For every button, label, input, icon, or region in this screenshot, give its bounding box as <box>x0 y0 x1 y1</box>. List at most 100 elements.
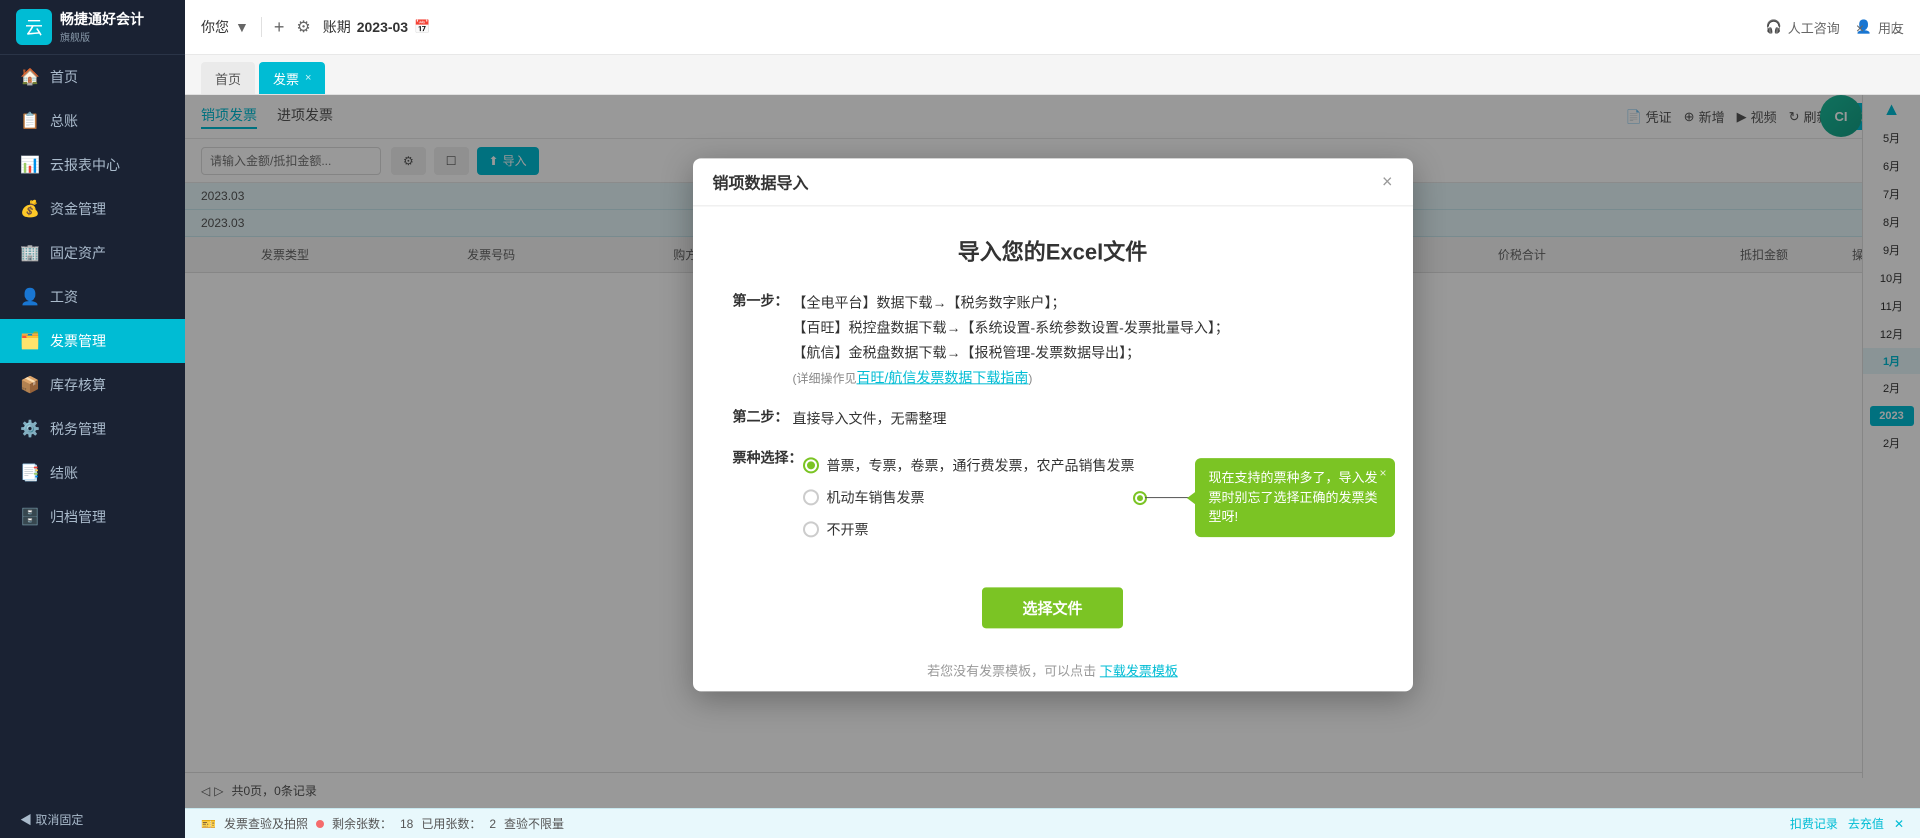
inventory-label: 库存核算 <box>50 375 106 395</box>
tab-label-invoice-tab: 发票 <box>273 69 299 88</box>
radio-motor-btn[interactable] <box>803 490 819 506</box>
bottom-close-btn[interactable]: ✕ <box>1894 817 1904 831</box>
step1-line3: 【航信】金税盘数据下载→【报税管理-发票数据导出】； <box>793 340 1373 365</box>
topbar: 你您 ▼ + ⚙ 账期 2023-03 📅 🎧 人工咨询 👤 用友 <box>185 0 1920 55</box>
radio-noinvoice-label: 不开票 <box>827 520 869 540</box>
funds-label: 资金管理 <box>50 199 106 219</box>
account-arrow-icon: ▼ <box>235 19 249 35</box>
maximize-window-btn[interactable]: □ <box>1882 14 1910 42</box>
inventory-icon: 📦 <box>20 375 40 395</box>
assets-label: 固定资产 <box>50 243 106 263</box>
sidebar: 云 畅捷通好会计 旗舰版 🏠 首页 📋 总账 📊 云报表中心 💰 资金管理 🏢 … <box>0 0 185 838</box>
dialog-header: 销项数据导入 × <box>693 158 1413 206</box>
tooltip-text: 现在支持的票种多了，导入发票时别忘了选择正确的发票类型呀! <box>1209 471 1378 525</box>
radio-noinvoice: 不开票 <box>803 520 1135 540</box>
payroll-icon: 👤 <box>20 287 40 307</box>
ticket-icon[interactable]: 🎫 <box>201 817 216 831</box>
ticket-label: 发票查验及拍照 <box>224 815 308 832</box>
dialog-ticket-select: 票种选择： 普票，专票，卷票，通行费发票，农产品销售发票 机动车销售发票 <box>733 448 1373 572</box>
closing-label: 结账 <box>50 463 78 483</box>
tab-home-tab[interactable]: 首页 <box>201 62 255 94</box>
tab-close-invoice-tab[interactable]: × <box>305 72 311 84</box>
home-label: 首页 <box>50 67 78 87</box>
bottom-bar-right: 扣费记录 去充值 ✕ <box>1790 815 1904 832</box>
home-icon: 🏠 <box>20 67 40 87</box>
step1-link[interactable]: 百旺/航信发票数据下载指南 <box>857 369 1029 385</box>
dialog-footer: 若您没有发票模板，可以点击 下载发票模板 <box>693 661 1413 692</box>
step1-content: 【全电平台】数据下载→【税务数字账户】； 【百旺】税控盘数据下载→【系统设置-系… <box>793 290 1373 391</box>
go-recharge-link[interactable]: 去充值 <box>1848 815 1884 832</box>
account-selector[interactable]: 你您 ▼ <box>201 17 249 37</box>
payroll-label: 工资 <box>50 287 78 307</box>
dialog-body: 导入您的Excel文件 第一步： 【全电平台】数据下载→【税务数字账户】； 【百… <box>693 206 1413 661</box>
logo-icon: 云 <box>16 9 52 45</box>
sidebar-nav: 🏠 首页 📋 总账 📊 云报表中心 💰 资金管理 🏢 固定资产 👤 工资 🗂️ … <box>0 55 185 801</box>
tax-icon: ⚙️ <box>20 419 40 439</box>
topbar-divider <box>261 17 262 37</box>
sidebar-item-assets[interactable]: 🏢 固定资产 <box>0 231 185 275</box>
archive-icon: 🗄️ <box>20 507 40 527</box>
sidebar-item-inventory[interactable]: 📦 库存核算 <box>0 363 185 407</box>
surplus-value: 18 <box>400 817 413 831</box>
add-icon[interactable]: + <box>274 17 285 38</box>
headset-icon: 🎧 <box>1766 19 1782 35</box>
tooltip-box: × 现在支持的票种多了，导入发票时别忘了选择正确的发票类型呀! <box>1195 459 1395 537</box>
dialog-actions: 选择文件 <box>733 588 1373 629</box>
step1-note: (详细操作见百旺/航信发票数据下载指南) <box>793 365 1373 390</box>
dialog-close-btn[interactable]: × <box>1382 171 1393 192</box>
sidebar-item-reports[interactable]: 📊 云报表中心 <box>0 143 185 187</box>
sidebar-item-invoice[interactable]: 🗂️ 发票管理 <box>0 319 185 363</box>
invoice-icon: 🗂️ <box>20 331 40 351</box>
select-file-btn[interactable]: 选择文件 <box>982 588 1122 629</box>
radio-motor: 机动车销售发票 × 现在支持的票种多了，导入发票时别忘了选择正确的发票类型呀! <box>803 488 1135 508</box>
bottom-bar-left: 🎫 发票查验及拍照 剩余张数： 18 已用张数： 2 查验不限量 <box>201 815 564 832</box>
step2-content: 直接导入文件，无需整理 <box>793 407 1373 432</box>
sidebar-item-funds[interactable]: 💰 资金管理 <box>0 187 185 231</box>
sidebar-item-tax[interactable]: ⚙️ 税务管理 <box>0 407 185 451</box>
step1-line2: 【百旺】税控盘数据下载→【系统设置-系统参数设置-发票批量导入】； <box>793 315 1373 340</box>
dialog-big-title: 导入您的Excel文件 <box>733 234 1373 266</box>
settings-icon[interactable]: ⚙ <box>296 17 310 37</box>
sidebar-item-home[interactable]: 🏠 首页 <box>0 55 185 99</box>
dialog-step2: 第二步： 直接导入文件，无需整理 <box>733 407 1373 432</box>
tax-label: 税务管理 <box>50 419 106 439</box>
tab-invoice-tab[interactable]: 发票 × <box>259 62 325 94</box>
ledger-label: 总账 <box>50 111 78 131</box>
ticket-badge <box>316 820 324 828</box>
reports-icon: 📊 <box>20 155 40 175</box>
sidebar-unpin-btn[interactable]: ◀ 取消固定 <box>0 801 185 838</box>
step1-line1: 【全电平台】数据下载→【税务数字账户】； <box>793 290 1373 315</box>
reports-label: 云报表中心 <box>50 155 120 175</box>
sidebar-item-payroll[interactable]: 👤 工资 <box>0 275 185 319</box>
ledger-icon: 📋 <box>20 111 40 131</box>
check-label: 查验不限量 <box>504 815 564 832</box>
sidebar-item-archive[interactable]: 🗄️ 归档管理 <box>0 495 185 539</box>
archive-label: 归档管理 <box>50 507 106 527</box>
radio-noinvoice-btn[interactable] <box>803 522 819 538</box>
closing-icon: 📑 <box>20 463 40 483</box>
tabs-row: 首页发票 × <box>185 55 1920 95</box>
main-area: 你您 ▼ + ⚙ 账期 2023-03 📅 🎧 人工咨询 👤 用友 <box>185 0 1920 838</box>
close-window-btn[interactable]: × <box>1846 14 1874 42</box>
tooltip-anchor: × 现在支持的票种多了，导入发票时别忘了选择正确的发票类型呀! <box>1135 459 1395 537</box>
tooltip-close-btn[interactable]: × <box>1379 465 1386 483</box>
consult-btn[interactable]: 🎧 人工咨询 <box>1766 18 1840 37</box>
radio-group: 普票，专票，卷票，通行费发票，农产品销售发票 机动车销售发票 <box>803 456 1135 552</box>
recharge-record-link[interactable]: 扣费记录 <box>1790 815 1838 832</box>
sidebar-item-closing[interactable]: 📑 结账 <box>0 451 185 495</box>
sidebar-logo: 云 畅捷通好会计 旗舰版 <box>0 0 185 55</box>
download-template-link[interactable]: 下载发票模板 <box>1100 664 1178 679</box>
logo-text: 畅捷通好会计 旗舰版 <box>60 10 144 43</box>
radio-general-label: 普票，专票，卷票，通行费发票，农产品销售发票 <box>827 456 1135 476</box>
content-area: 销项发票 进项发票 📄 凭证 ⊕ 新增 ▶ <box>185 95 1920 808</box>
radio-general-btn[interactable] <box>803 458 819 474</box>
surplus-label: 剩余张数： <box>332 815 392 832</box>
period-label: 账期 <box>323 17 351 37</box>
dialog-title: 销项数据导入 <box>713 169 809 193</box>
step2-label: 第二步： <box>733 407 793 432</box>
used-label: 已用张数： <box>421 815 481 832</box>
sidebar-item-ledger[interactable]: 📋 总账 <box>0 99 185 143</box>
calendar-icon[interactable]: 📅 <box>414 19 430 35</box>
funds-icon: 💰 <box>20 199 40 219</box>
tooltip-dot <box>1135 493 1145 503</box>
